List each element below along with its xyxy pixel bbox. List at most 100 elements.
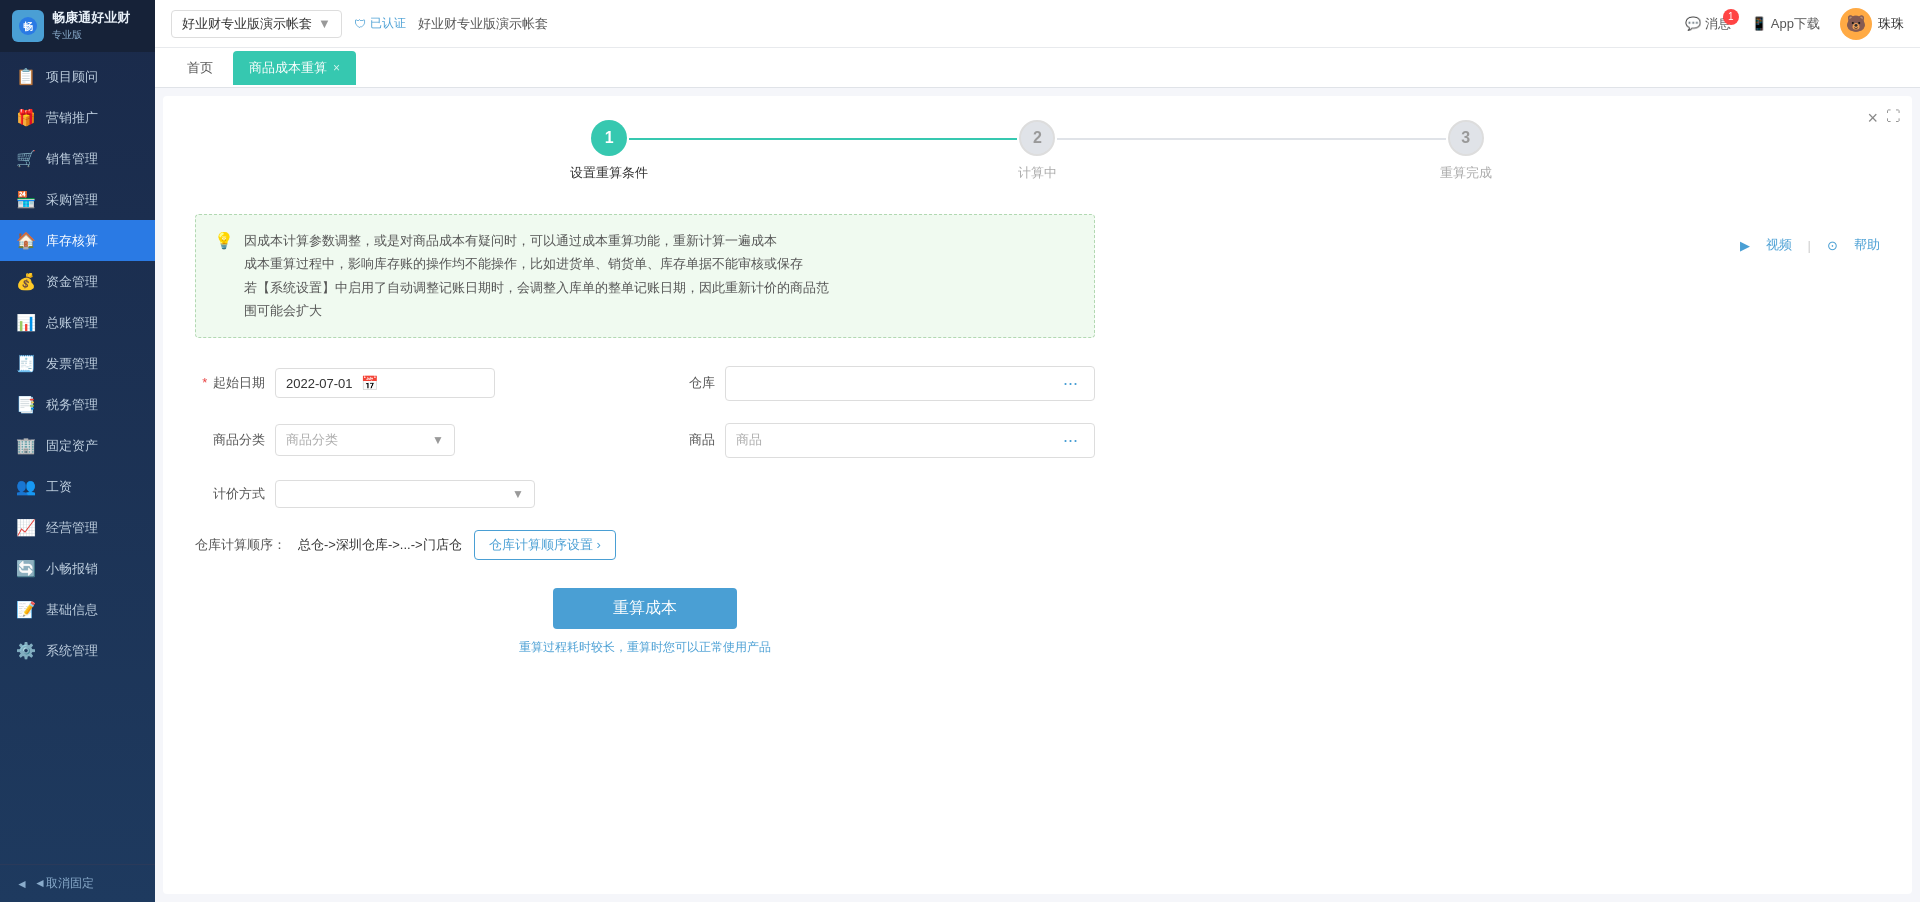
form-area: * 起始日期 2022-07-01 📅 仓库 ··· (195, 366, 1095, 656)
form-row-1: * 起始日期 2022-07-01 📅 仓库 ··· (195, 366, 1095, 401)
sidebar-item-expense[interactable]: 🔄 小畅报销 (0, 548, 155, 589)
step-2: 2 计算中 (823, 120, 1251, 182)
purchase-icon: 🏪 (16, 190, 36, 209)
phone-icon: 📱 (1751, 16, 1767, 31)
expand-window-icon[interactable]: ⛶ (1886, 108, 1900, 129)
dropdown-arrow-icon: ▼ (318, 16, 331, 31)
goods-input[interactable]: 商品 ··· (725, 423, 1095, 458)
sidebar-label-inventory: 库存核算 (46, 232, 98, 250)
accounting-icon: 📊 (16, 313, 36, 332)
sidebar-item-accounting[interactable]: 📊 总账管理 (0, 302, 155, 343)
sidebar-item-finance[interactable]: 💰 资金管理 (0, 261, 155, 302)
sidebar-item-hr[interactable]: 👥 工资 (0, 466, 155, 507)
steps-container: 1 设置重算条件 2 计算中 3 重算完成 (195, 120, 1880, 182)
notice-line-3: 若【系统设置】中启用了自动调整记账日期时，会调整入库单的整单记账日期，因此重新计… (244, 276, 829, 299)
warehouse-order-btn[interactable]: 仓库计算顺序设置 › (474, 530, 616, 560)
sidebar-item-operations[interactable]: 📈 经营管理 (0, 507, 155, 548)
app-download-label: App下载 (1771, 15, 1820, 33)
account-selector[interactable]: 好业财专业版演示帐套 ▼ (171, 10, 342, 38)
sidebar-item-inventory[interactable]: 🏠 库存核算 (0, 220, 155, 261)
sidebar-item-basic[interactable]: 📝 基础信息 (0, 589, 155, 630)
warehouse-btn-arrow-icon: › (597, 537, 601, 552)
warehouse-dots-icon[interactable]: ··· (1057, 373, 1084, 394)
goods-dots-icon[interactable]: ··· (1057, 430, 1084, 451)
video-icon: ▶ (1740, 238, 1750, 253)
warehouse-btn-label: 仓库计算顺序设置 (489, 536, 593, 554)
sidebar-label-project: 项目顾问 (46, 68, 98, 86)
messages-action[interactable]: 💬 消息 1 (1685, 15, 1731, 33)
sidebar-label-accounting: 总账管理 (46, 314, 98, 332)
step-1-circle: 1 (591, 120, 627, 156)
message-icon: 💬 (1685, 16, 1701, 31)
sidebar-item-sales[interactable]: 🛒 销售管理 (0, 138, 155, 179)
step-1: 1 设置重算条件 (395, 120, 823, 182)
form-row-2: 商品分类 商品分类 ▼ 商品 商品 ··· (195, 423, 1095, 458)
category-group: 商品分类 商品分类 ▼ (195, 424, 645, 456)
help-links: ▶ 视频 | ⊙ 帮助 (1740, 236, 1880, 254)
sidebar-label-system: 系统管理 (46, 642, 98, 660)
sidebar-item-invoice[interactable]: 🧾 发票管理 (0, 343, 155, 384)
sidebar-item-assets[interactable]: 🏢 固定资产 (0, 425, 155, 466)
sidebar-item-tax[interactable]: 📑 税务管理 (0, 384, 155, 425)
category-select[interactable]: 商品分类 ▼ (275, 424, 455, 456)
recalc-hint: 重算过程耗时较长，重算时您可以正常使用产品 (519, 639, 771, 656)
sidebar-item-project[interactable]: 📋 项目顾问 (0, 56, 155, 97)
basic-icon: 📝 (16, 600, 36, 619)
sidebar-item-purchase[interactable]: 🏪 采购管理 (0, 179, 155, 220)
warehouse-label: 仓库 (645, 374, 715, 392)
sidebar-item-marketing[interactable]: 🎁 营销推广 (0, 97, 155, 138)
verified-badge: 🛡 已认证 (354, 15, 406, 32)
app-download-action[interactable]: 📱 App下载 (1751, 15, 1820, 33)
finance-icon: 💰 (16, 272, 36, 291)
shield-icon: 🛡 (354, 17, 366, 31)
warehouse-group: 仓库 ··· (645, 366, 1095, 401)
sidebar-label-operations: 经营管理 (46, 519, 98, 537)
start-date-input[interactable]: 2022-07-01 📅 (275, 368, 495, 398)
start-date-value: 2022-07-01 (286, 376, 353, 391)
topbar: 好业财专业版演示帐套 ▼ 🛡 已认证 好业财专业版演示帐套 💬 消息 1 📱 A… (155, 0, 1920, 48)
calendar-icon[interactable]: 📅 (361, 375, 378, 391)
marketing-icon: 🎁 (16, 108, 36, 127)
warehouse-order-row: 仓库计算顺序： 总仓->深圳仓库->...->门店仓 仓库计算顺序设置 › (195, 530, 1095, 560)
unpin-label: ◄取消固定 (34, 875, 94, 892)
pricing-group: 计价方式 ▼ (195, 480, 1095, 508)
verified-text: 已认证 (370, 15, 406, 32)
sidebar-item-system[interactable]: ⚙️ 系统管理 (0, 630, 155, 671)
tabs-bar: 首页 商品成本重算 × (155, 48, 1920, 88)
pricing-select[interactable]: ▼ (275, 480, 535, 508)
video-link[interactable]: 视频 (1766, 236, 1792, 254)
goods-placeholder: 商品 (736, 431, 762, 449)
tab-close-icon[interactable]: × (333, 61, 340, 75)
recalc-button[interactable]: 重算成本 (553, 588, 737, 629)
app-logo: 畅 畅康通好业财 专业版 (0, 0, 155, 52)
tab-label: 商品成本重算 (249, 59, 327, 77)
required-star: * (202, 375, 207, 390)
sidebar-label-marketing: 营销推广 (46, 109, 98, 127)
sales-icon: 🛒 (16, 149, 36, 168)
sidebar-label-sales: 销售管理 (46, 150, 98, 168)
notice-line-1: 因成本计算参数调整，或是对商品成本有疑问时，可以通过成本重算功能，重新计算一遍成… (244, 229, 829, 252)
sidebar-label-finance: 资金管理 (46, 273, 98, 291)
user-profile[interactable]: 🐻 珠珠 (1840, 8, 1904, 40)
content-area: × ⛶ ▶ 视频 | ⊙ 帮助 1 设置重算条件 2 计算中 (163, 96, 1912, 894)
hr-icon: 👥 (16, 477, 36, 496)
sidebar-label-tax: 税务管理 (46, 396, 98, 414)
pin-icon: ◄ (16, 877, 28, 891)
project-icon: 📋 (16, 67, 36, 86)
svg-text:畅: 畅 (23, 21, 33, 32)
assets-icon: 🏢 (16, 436, 36, 455)
step-3: 3 重算完成 (1252, 120, 1680, 182)
sidebar-label-expense: 小畅报销 (46, 560, 98, 578)
category-chevron-icon: ▼ (432, 433, 444, 447)
sidebar-label-hr: 工资 (46, 478, 72, 496)
notice-line-2: 成本重算过程中，影响库存账的操作均不能操作，比如进货单、销货单、库存单据不能审核… (244, 252, 829, 275)
tab-home[interactable]: 首页 (171, 51, 229, 85)
tab-cost-recalc[interactable]: 商品成本重算 × (233, 51, 356, 85)
warehouse-input[interactable]: ··· (725, 366, 1095, 401)
logo-icon: 畅 (12, 10, 44, 42)
start-date-label: * 起始日期 (195, 374, 265, 392)
inventory-icon: 🏠 (16, 231, 36, 250)
sidebar-footer-toggle[interactable]: ◄ ◄取消固定 (0, 864, 155, 902)
recalc-section: 重算成本 重算过程耗时较长，重算时您可以正常使用产品 (195, 588, 1095, 656)
help-link[interactable]: 帮助 (1854, 236, 1880, 254)
